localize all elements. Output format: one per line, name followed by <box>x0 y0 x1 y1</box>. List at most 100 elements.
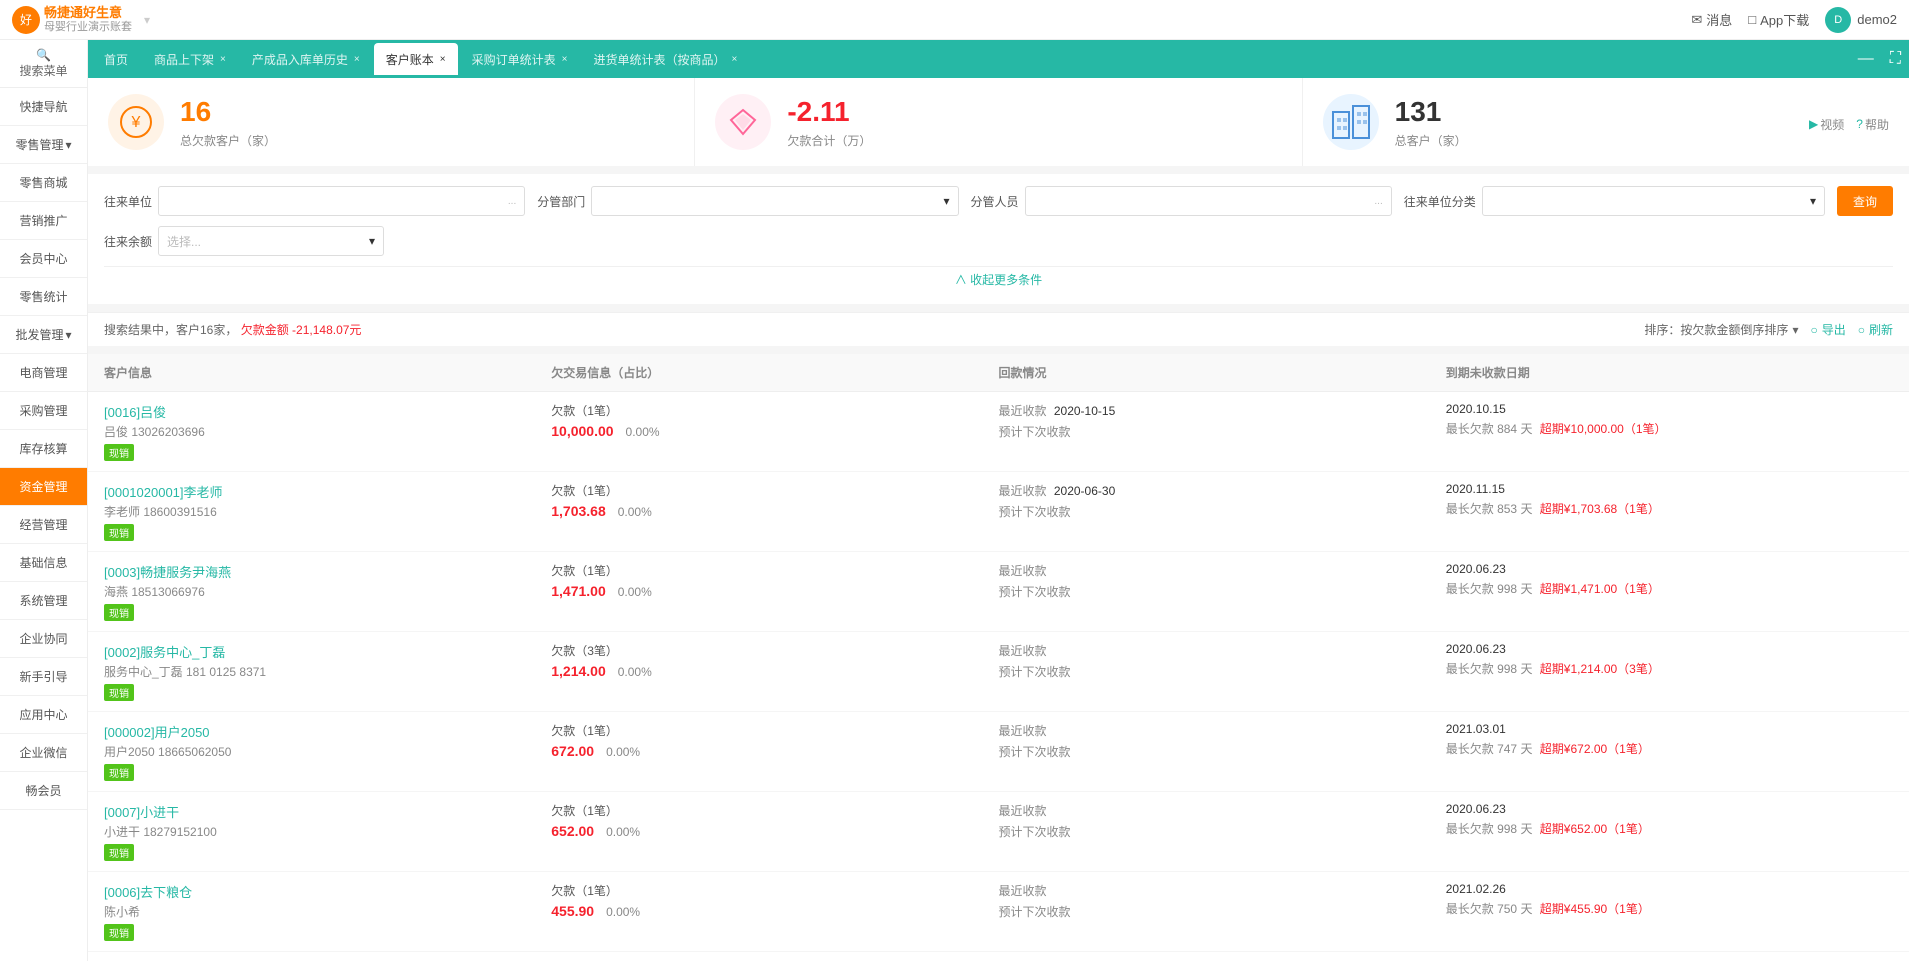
tab-products[interactable]: 商品上下架 × <box>142 43 238 75</box>
tab-maximize-btn[interactable]: ⛶ <box>1886 50 1905 68</box>
debt-count-1: 欠款（1笔） <box>551 482 998 499</box>
sidebar-item-marketing[interactable]: 营销推广 <box>0 202 87 240</box>
tab-close-products[interactable]: × <box>220 54 226 65</box>
message-icon: ✉ <box>1691 12 1702 28</box>
sidebar-retail-mgmt-label: 零售管理 <box>15 136 63 153</box>
tab-close-purchase[interactable]: × <box>562 54 568 65</box>
overdue-amount-2[interactable]: 超期¥1,471.00（1笔） <box>1540 582 1660 596</box>
sidebar-item-quick-nav[interactable]: 快捷导航 <box>0 88 87 126</box>
chevron-down-icon-2: ▾ <box>65 328 71 342</box>
tab-customer-account[interactable]: 客户账本 × <box>374 43 458 75</box>
debt-count-5: 欠款（1笔） <box>551 802 998 819</box>
stat-icon-building <box>1323 94 1379 150</box>
overdue-detail-1: 最长欠款 853 天 超期¥1,703.68（1笔） <box>1446 500 1893 517</box>
tab-close-customer[interactable]: × <box>440 54 446 65</box>
sidebar-item-retail-stats[interactable]: 零售统计 <box>0 278 87 316</box>
debt-amount-0: 10,000.00 <box>551 423 613 439</box>
user-area[interactable]: D demo2 <box>1825 7 1897 33</box>
from-unit-input[interactable]: ... <box>158 186 525 216</box>
debt-info-5: 欠款（1笔） 652.00 0.00% <box>551 802 998 841</box>
dept-select[interactable]: ▾ <box>591 186 958 216</box>
filter-area: 往来单位 ... 分管部门 ▾ 分管人员 <box>88 174 1909 304</box>
sidebar-item-operations[interactable]: 经营管理 <box>0 506 87 544</box>
overdue-amount-3[interactable]: 超期¥1,214.00（3笔） <box>1540 662 1660 676</box>
debt-info-3: 欠款（3笔） 1,214.00 0.00% <box>551 642 998 681</box>
debt-percent-4: 0.00% <box>606 745 640 759</box>
tab-close-inventory[interactable]: × <box>354 54 360 65</box>
sidebar-item-retail-mall[interactable]: 零售商城 <box>0 164 87 202</box>
export-button[interactable]: ○ 导出 <box>1810 321 1845 338</box>
tab-home[interactable]: 首页 <box>92 43 140 75</box>
filter-dept: 分管部门 ▾ <box>537 186 958 216</box>
unit-category-select[interactable]: ▾ <box>1482 186 1825 216</box>
query-button[interactable]: 查询 <box>1837 186 1893 216</box>
sidebar-item-system[interactable]: 系统管理 <box>0 582 87 620</box>
video-icon: ▶ <box>1809 117 1818 131</box>
sidebar-item-batch-mgmt[interactable]: 批发管理 ▾ <box>0 316 87 354</box>
sidebar-search[interactable]: 🔍 搜索菜单 <box>0 40 87 88</box>
table-header: 客户信息 欠交易信息（占比） 回款情况 到期未收款日期 <box>88 354 1909 392</box>
sidebar-item-wecom[interactable]: 企业微信 <box>0 734 87 772</box>
sidebar-item-apps[interactable]: 应用中心 <box>0 696 87 734</box>
customer-name-2[interactable]: [0003]畅捷服务尹海燕 <box>104 562 551 581</box>
user-avatar: D <box>1825 7 1851 33</box>
refresh-button[interactable]: ○ 刷新 <box>1858 321 1893 338</box>
sidebar-item-ecommerce[interactable]: 电商管理 <box>0 354 87 392</box>
debt-amount-4: 672.00 <box>551 743 594 759</box>
overdue-amount-6[interactable]: 超期¥455.90（1笔） <box>1540 902 1650 916</box>
overdue-amount-1[interactable]: 超期¥1,703.68（1笔） <box>1540 502 1660 516</box>
tab-minimize-btn[interactable]: — <box>1854 50 1878 68</box>
sidebar-item-vip[interactable]: 畅会员 <box>0 772 87 810</box>
sort-button[interactable]: 排序：按欠款金额倒序排序 ▾ <box>1644 321 1798 338</box>
overdue-info-5: 2020.06.23 最长欠款 998 天 超期¥652.00（1笔） <box>1446 802 1893 837</box>
help-btn[interactable]: ? 帮助 <box>1856 116 1889 133</box>
customer-name-4[interactable]: [000002]用户2050 <box>104 722 551 741</box>
overdue-amount-5[interactable]: 超期¥652.00（1笔） <box>1540 822 1650 836</box>
customer-name-1[interactable]: [0001020001]李老师 <box>104 482 551 501</box>
app-download-btn[interactable]: □ App下载 <box>1748 10 1809 29</box>
stat-value-debt-customers: 16 <box>180 95 276 129</box>
sidebar-item-purchase[interactable]: 采购管理 <box>0 392 87 430</box>
results-info: 搜索结果中，客户16家， 欠款金额 -21,148.07元 <box>104 321 361 338</box>
table-row: [0001020001]李老师 李老师 18600391516 现销 欠款（1笔… <box>88 472 1909 552</box>
customer-name-5[interactable]: [0007]小进干 <box>104 802 551 821</box>
debt-row-3: 1,214.00 0.00% <box>551 663 998 681</box>
person-input[interactable]: ... <box>1025 186 1392 216</box>
from-unit-dots: ... <box>508 196 516 207</box>
dept-label: 分管部门 <box>537 193 585 210</box>
debt-percent-0: 0.00% <box>626 425 660 439</box>
customer-name-6[interactable]: [0006]去下粮仓 <box>104 882 551 901</box>
overdue-amount-0[interactable]: 超期¥10,000.00（1笔） <box>1540 422 1667 436</box>
sidebar-item-finance[interactable]: 资金管理 <box>0 468 87 506</box>
customer-name-0[interactable]: [0016]吕俊 <box>104 402 551 421</box>
sidebar-item-newbie[interactable]: 新手引导 <box>0 658 87 696</box>
customer-tag-2: 现销 <box>104 604 134 621</box>
message-btn[interactable]: ✉ 消息 <box>1691 10 1732 29</box>
recovery-next-1: 预计下次收款 <box>999 503 1446 520</box>
sidebar-item-retail-mgmt[interactable]: 零售管理 ▾ <box>0 126 87 164</box>
customer-phone-1: 李老师 18600391516 <box>104 503 551 520</box>
sidebar-item-member[interactable]: 会员中心 <box>0 240 87 278</box>
customer-info-1: [0001020001]李老师 李老师 18600391516 现销 <box>104 482 551 541</box>
tab-close-inv-stats[interactable]: × <box>731 54 737 65</box>
balance-select[interactable]: 选择... ▾ <box>158 226 384 256</box>
debt-amount-2: 1,471.00 <box>551 583 606 599</box>
person-label: 分管人员 <box>971 193 1019 210</box>
tab-purchase-order[interactable]: 采购订单统计表 × <box>460 43 580 75</box>
overdue-detail-3: 最长欠款 998 天 超期¥1,214.00（3笔） <box>1446 660 1893 677</box>
tab-inventory-history[interactable]: 产成品入库单历史 × <box>240 43 372 75</box>
overdue-amount-4[interactable]: 超期¥672.00（1笔） <box>1540 742 1650 756</box>
collapse-filters-btn[interactable]: ∧ 收起更多条件 <box>104 266 1893 292</box>
tab-inventory-stats[interactable]: 进货单统计表（按商品） × <box>581 43 749 75</box>
customer-phone-0: 吕俊 13026203696 <box>104 423 551 440</box>
sidebar-item-basic-info[interactable]: 基础信息 <box>0 544 87 582</box>
expand-company-icon[interactable]: ▾ <box>144 13 150 27</box>
recovery-info-0: 最近收款 2020-10-15 预计下次收款 <box>999 402 1446 440</box>
filter-unit-category: 往来单位分类 ▾ <box>1404 186 1825 216</box>
sidebar-item-enterprise[interactable]: 企业协同 <box>0 620 87 658</box>
video-btn[interactable]: ▶ 视频 <box>1809 116 1844 133</box>
stat-card-debt-customers: ¥ 16 总欠款客户（家） <box>88 78 695 166</box>
debt-row-1: 1,703.68 0.00% <box>551 503 998 521</box>
sidebar-item-inventory[interactable]: 库存核算 <box>0 430 87 468</box>
customer-name-3[interactable]: [0002]服务中心_丁磊 <box>104 642 551 661</box>
